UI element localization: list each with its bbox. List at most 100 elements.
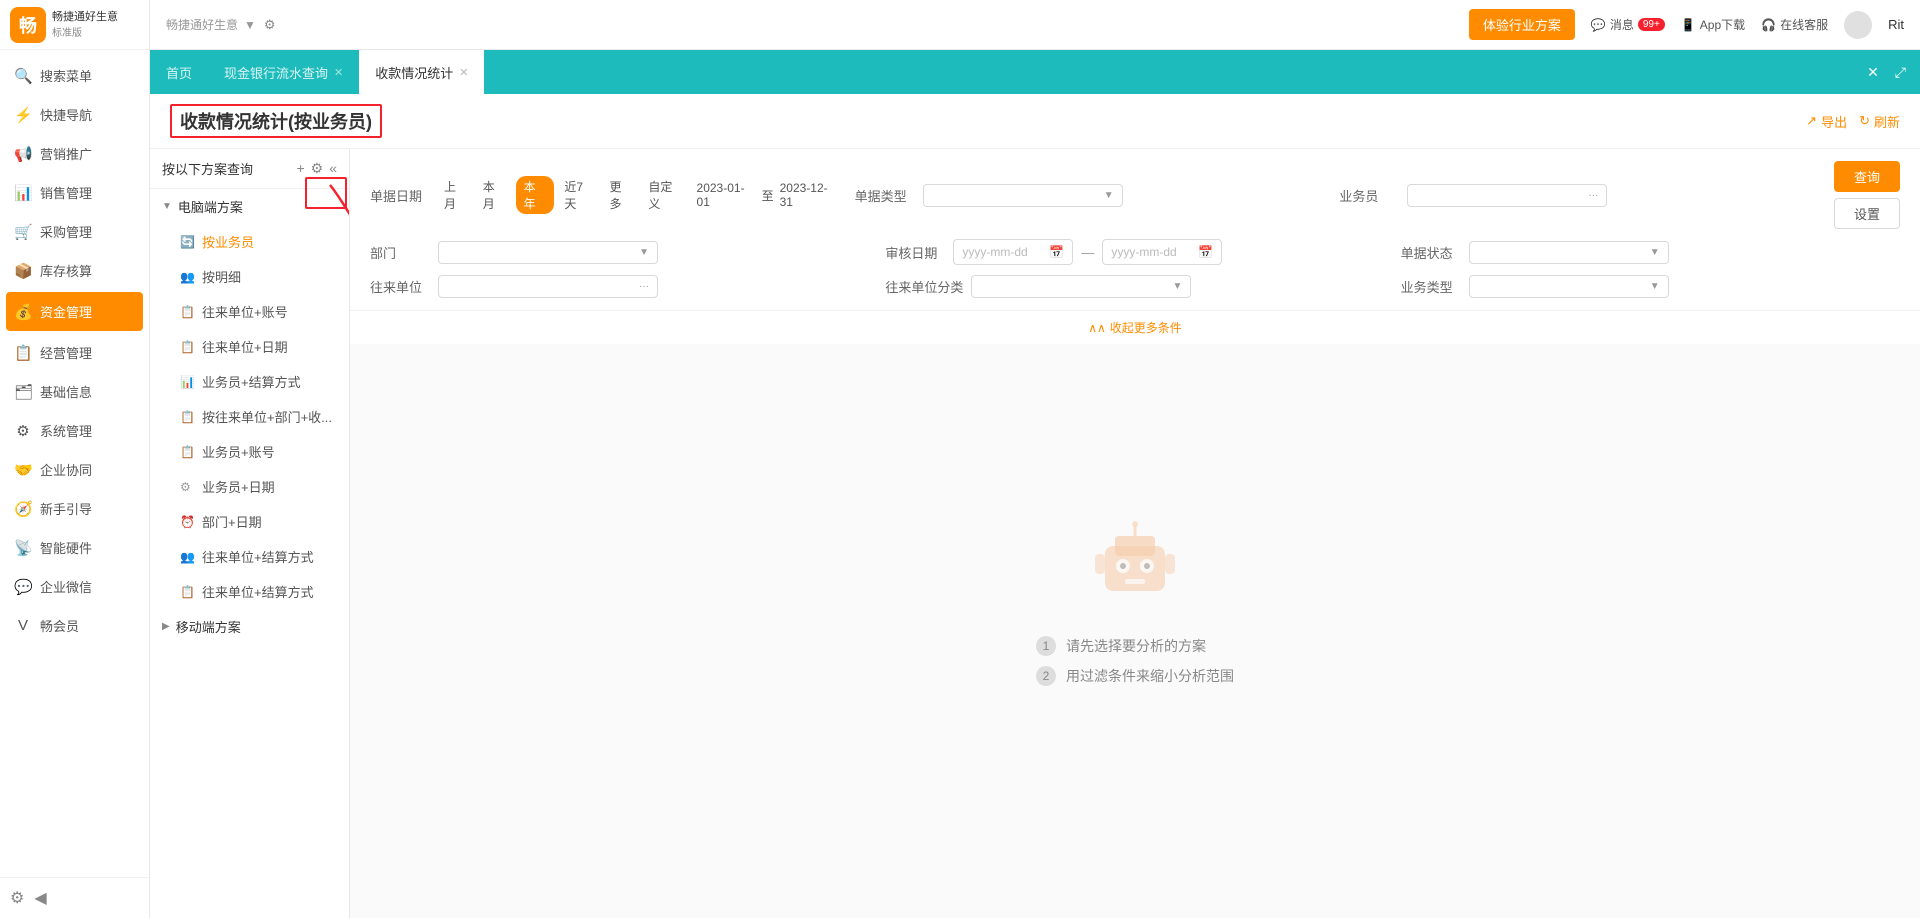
user-avatar[interactable] [1844, 11, 1872, 39]
sidebar-item-operations[interactable]: 📋 经营管理 [0, 333, 149, 372]
scheme-settings-icon[interactable]: ⚙ [311, 160, 324, 177]
scheme-item-2[interactable]: 📋 往来单位+账号 [150, 294, 349, 329]
sidebar-item-smart[interactable]: 📡 智能硬件 [0, 528, 149, 567]
trial-button[interactable]: 体验行业方案 [1469, 9, 1575, 40]
mobile-group-header[interactable]: ▶ 移动端方案 [150, 609, 349, 644]
scheme-item-7-icon: ⚙ [180, 480, 196, 494]
date-tab-this-month[interactable]: 本月 [477, 176, 512, 214]
scheme-item-0[interactable]: 🔄 按业务员 [150, 224, 349, 259]
filter-panel-icons: + ⚙ « [296, 160, 337, 177]
enterprise-icon: 🤝 [14, 461, 32, 479]
header-settings-icon[interactable]: ⚙ [264, 17, 276, 33]
date-tab-more[interactable]: 更多 [604, 176, 639, 214]
doc-status-select[interactable]: ▼ [1469, 241, 1669, 264]
sidebar-item-search[interactable]: 🔍 搜索菜单 [0, 56, 149, 95]
dept-label: 部门 [370, 243, 430, 262]
scheme-item-7[interactable]: ⚙ 业务员+日期 [150, 469, 349, 504]
scheme-item-4-icon: 📊 [180, 375, 196, 389]
date-tabs: 上月 本月 本年 近7天 更多 自定义 [438, 176, 689, 214]
top-header: 畅捷通好生意 ▼ ⚙ 体验行业方案 💬 消息 99+ 📱 App下载 🎧 在线客… [150, 0, 1920, 50]
dept-field: 部门 ▼ [370, 241, 869, 264]
tab-collection-stat[interactable]: 收款情况统计 ✕ [359, 50, 484, 94]
sidebar-item-wechat[interactable]: 💬 企业微信 [0, 567, 149, 606]
partner-type-arrow-icon: ▼ [1172, 281, 1182, 292]
scheme-item-5[interactable]: 📋 按往来单位+部门+收... [150, 399, 349, 434]
empty-tip-2: 2 用过滤条件来缩小分析范围 [1036, 666, 1234, 686]
tab-bank-flow[interactable]: 现金银行流水查询 ✕ [208, 50, 359, 94]
main-content: 畅捷通好生意 ▼ ⚙ 体验行业方案 💬 消息 99+ 📱 App下载 🎧 在线客… [150, 0, 1920, 918]
doc-status-label: 单据状态 [1401, 243, 1461, 262]
scheme-item-0-icon: 🔄 [180, 235, 196, 249]
scheme-item-8[interactable]: ⏰ 部门+日期 [150, 504, 349, 539]
scheme-item-1-icon: 👥 [180, 270, 196, 284]
query-button[interactable]: 查询 [1834, 161, 1900, 192]
sidebar-item-finance[interactable]: 💰 资金管理 [6, 292, 143, 331]
export-button[interactable]: ↗ 导出 [1806, 112, 1847, 131]
doc-type-select[interactable]: ▼ [923, 184, 1123, 207]
service-icon: 🎧 [1761, 18, 1776, 32]
sales-icon: 📊 [14, 184, 32, 202]
tab-home[interactable]: 首页 [150, 50, 208, 94]
app-download-action[interactable]: 📱 App下载 [1681, 16, 1745, 33]
basic-icon: 🗂 [14, 383, 32, 401]
collapse-more-bar[interactable]: ∧∧ 收起更多条件 [350, 311, 1920, 344]
audit-date-label: 审核日期 [885, 243, 945, 262]
date-tab-7days[interactable]: 近7天 [558, 176, 599, 214]
sidebar-item-enterprise[interactable]: 🤝 企业协同 [0, 450, 149, 489]
partner-select[interactable]: ··· [438, 275, 658, 298]
date-tab-this-year[interactable]: 本年 [516, 176, 555, 214]
scheme-item-3[interactable]: 📋 往来单位+日期 [150, 329, 349, 364]
collapse-sidebar-icon[interactable]: ◀ [34, 888, 46, 908]
desktop-group-arrow: ▼ [162, 201, 172, 212]
scheme-item-4[interactable]: 📊 业务员+结算方式 [150, 364, 349, 399]
salesman-field: 业务员 ··· [1339, 184, 1808, 207]
refresh-button[interactable]: ↻ 刷新 [1859, 112, 1900, 131]
breadcrumb: 畅捷通好生意 ▼ [166, 16, 256, 33]
wechat-icon: 💬 [14, 578, 32, 596]
desktop-scheme-group: ▼ 电脑端方案 🔄 按业务员 👥 按明细 📋 往来单位+账号 📋 往 [150, 189, 349, 609]
close-bank-flow-tab-icon[interactable]: ✕ [334, 66, 343, 79]
sidebar-item-system[interactable]: ⚙ 系统管理 [0, 411, 149, 450]
breadcrumb-dropdown-icon[interactable]: ▼ [244, 18, 256, 32]
sidebar-item-sales[interactable]: 📊 销售管理 [0, 173, 149, 212]
date-to: 2023-12-31 [780, 181, 839, 209]
close-collection-stat-tab-icon[interactable]: ✕ [459, 66, 468, 79]
salesman-arrow-icon: ··· [1588, 190, 1598, 201]
dept-arrow-icon: ▼ [639, 247, 649, 258]
sidebar-item-marketing[interactable]: 📢 营销推广 [0, 134, 149, 173]
header-left: 畅捷通好生意 ▼ ⚙ [166, 16, 276, 33]
online-service-action[interactable]: 🎧 在线客服 [1761, 16, 1828, 33]
purchase-icon: 🛒 [14, 223, 32, 241]
scheme-item-1[interactable]: 👥 按明细 [150, 259, 349, 294]
biz-type-select[interactable]: ▼ [1469, 275, 1669, 298]
sidebar-item-inventory[interactable]: 📦 库存核算 [0, 251, 149, 290]
date-tab-last-month[interactable]: 上月 [438, 176, 473, 214]
empty-tip-1: 1 请先选择要分析的方案 [1036, 636, 1234, 656]
settings-button[interactable]: 设置 [1834, 198, 1900, 229]
dept-select[interactable]: ▼ [438, 241, 658, 264]
app-tag: 标准版 [52, 24, 118, 39]
scheme-item-10[interactable]: 📋 往来单位+结算方式 [150, 574, 349, 609]
add-scheme-icon[interactable]: + [296, 160, 304, 177]
desktop-group-header[interactable]: ▼ 电脑端方案 [150, 189, 349, 224]
audit-date-from[interactable]: yyyy-mm-dd 📅 [953, 239, 1073, 265]
message-action[interactable]: 💬 消息 99+ [1591, 16, 1665, 33]
date-tab-custom[interactable]: 自定义 [642, 176, 688, 214]
sidebar-item-basic[interactable]: 🗂 基础信息 [0, 372, 149, 411]
sidebar-item-purchase[interactable]: 🛒 采购管理 [0, 212, 149, 251]
scheme-item-6[interactable]: 📋 业务员+账号 [150, 434, 349, 469]
sidebar-item-vip[interactable]: V 畅会员 [0, 606, 149, 645]
vip-icon: V [14, 617, 32, 634]
sidebar-item-guide[interactable]: 🧭 新手引导 [0, 489, 149, 528]
settings-bottom-icon[interactable]: ⚙ [10, 888, 24, 908]
scheme-item-9[interactable]: 👥 往来单位+结算方式 [150, 539, 349, 574]
partner-type-select[interactable]: ▼ [971, 275, 1191, 298]
audit-date-to[interactable]: yyyy-mm-dd 📅 [1102, 239, 1222, 265]
fullscreen-button[interactable]: ⤢ [1891, 60, 1910, 85]
close-all-tabs-button[interactable]: ✕ [1863, 60, 1883, 85]
salesman-select[interactable]: ··· [1407, 184, 1607, 207]
audit-date-field: 审核日期 yyyy-mm-dd 📅 — yyyy-mm-dd 📅 [885, 239, 1384, 265]
scheme-item-2-icon: 📋 [180, 305, 196, 319]
collapse-panel-icon[interactable]: « [329, 160, 337, 177]
sidebar-item-quick-nav[interactable]: ⚡ 快捷导航 [0, 95, 149, 134]
